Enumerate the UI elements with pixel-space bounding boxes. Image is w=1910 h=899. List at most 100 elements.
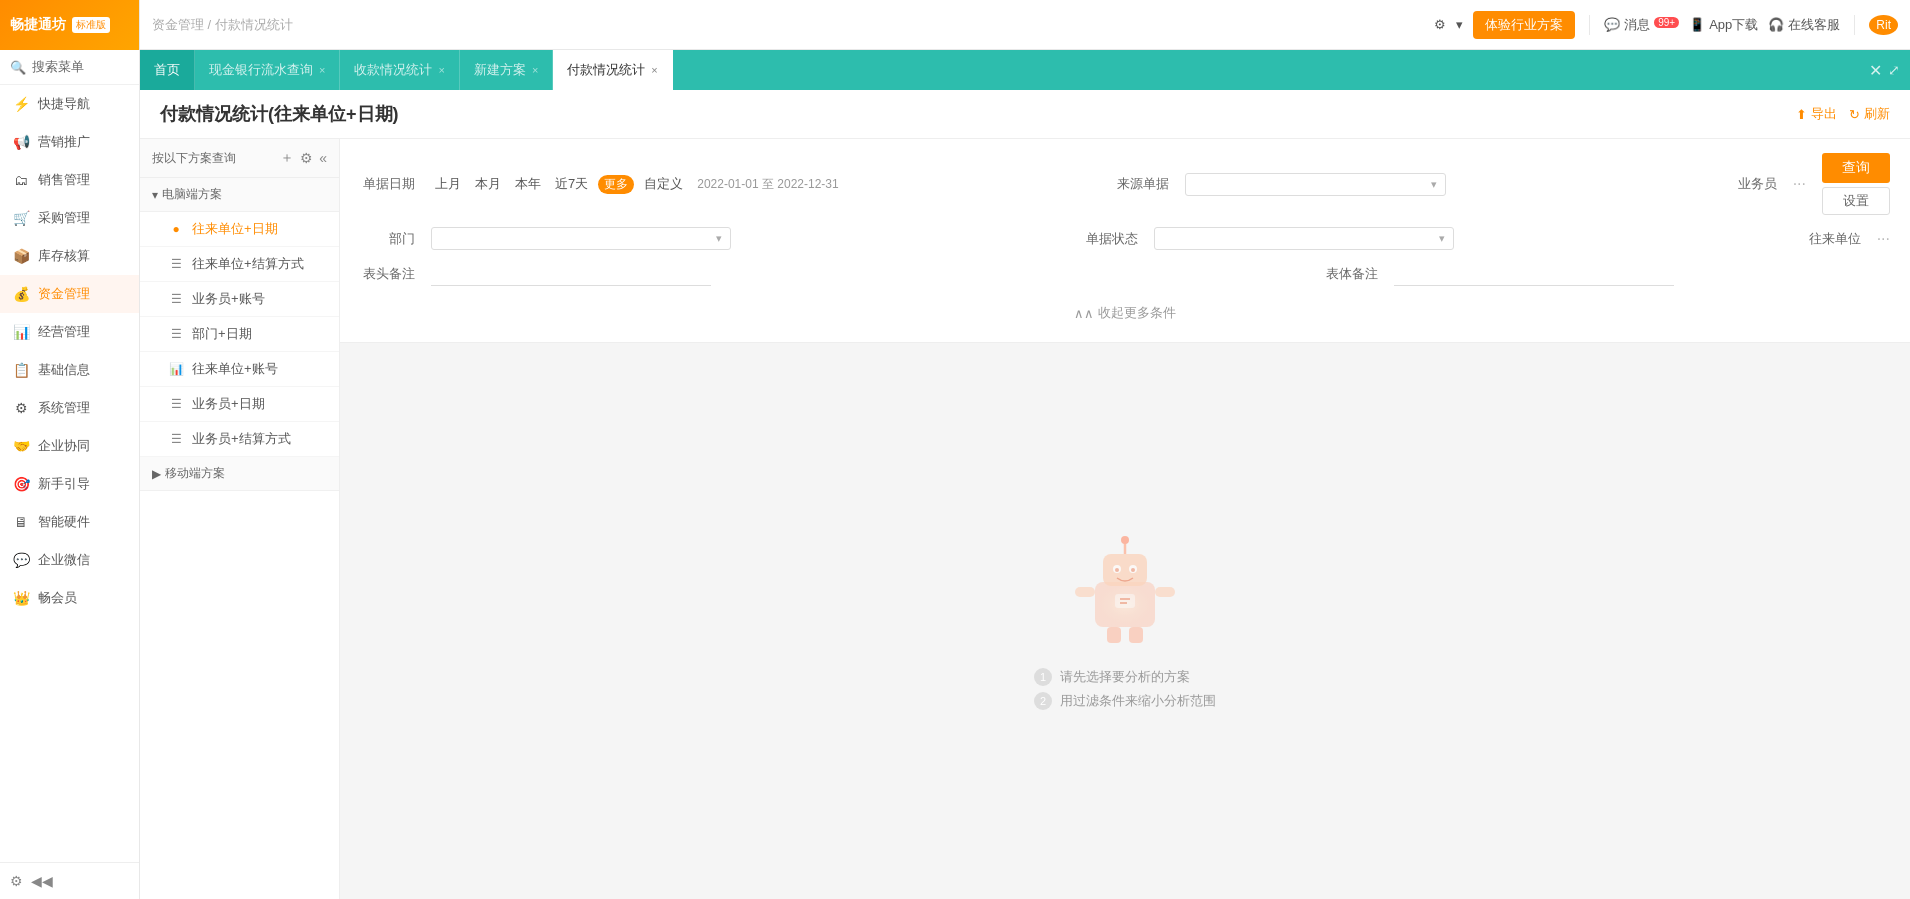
sidebar-header: 畅捷通坊 标准版 (0, 0, 139, 50)
tab-payment[interactable]: 付款情况统计 × (553, 50, 672, 90)
export-button[interactable]: ⬆ 导出 (1796, 105, 1837, 123)
svg-point-4 (1115, 568, 1119, 572)
sidebar-item-purchase[interactable]: 🛒 采购管理 (0, 199, 139, 237)
page-title: 付款情况统计(往来单位+日期) (160, 102, 399, 126)
scheme-staff-settle[interactable]: ☰ 业务员+结算方式 (140, 422, 339, 457)
mobile-group-toggle[interactable]: ▶ 移动端方案 (140, 457, 339, 491)
collapse-filter-button[interactable]: ∧∧ 收起更多条件 (360, 298, 1890, 328)
notification-badge: 99+ (1654, 17, 1679, 28)
hint-number-2: 2 (1034, 692, 1052, 710)
query-button[interactable]: 查询 (1822, 153, 1890, 183)
svg-point-5 (1131, 568, 1135, 572)
dropdown-button[interactable]: ▾ (1456, 17, 1463, 32)
tab-new-scheme[interactable]: 新建方案 × (460, 50, 553, 90)
custom-date-btn[interactable]: 自定义 (640, 173, 687, 195)
settings-button-filter[interactable]: 设置 (1822, 187, 1890, 215)
refresh-button[interactable]: ↻ 刷新 (1849, 105, 1890, 123)
app-download-button[interactable]: 📱 App下载 (1689, 16, 1758, 34)
last-7days-btn[interactable]: 近7天 (551, 173, 592, 195)
sidebar-collapse-button[interactable]: ◀◀ (31, 873, 53, 889)
doc-status-arrow-icon: ▾ (1439, 232, 1445, 245)
scheme-icon: ☰ (168, 431, 184, 447)
scheme-label: 往来单位+结算方式 (192, 255, 304, 273)
left-panel: 按以下方案查询 ＋ ⚙ « ▾ 电脑端方案 ● 往来单位+日期 ☰ (140, 139, 340, 899)
notification-icon: 💬 (1604, 17, 1620, 32)
add-scheme-button[interactable]: ＋ (280, 149, 294, 167)
search-icon: 🔍 (10, 60, 26, 75)
sidebar-item-sales[interactable]: 🗂 销售管理 (0, 161, 139, 199)
sidebar-settings-button[interactable]: ⚙ (10, 873, 23, 889)
sidebar-item-guide[interactable]: 🎯 新手引导 (0, 465, 139, 503)
sidebar-item-operations[interactable]: 📊 经营管理 (0, 313, 139, 351)
header-note-input[interactable] (431, 262, 711, 286)
svg-rect-8 (1075, 587, 1095, 597)
sidebar-item-inventory[interactable]: 📦 库存核算 (0, 237, 139, 275)
partner-filter-dots[interactable]: ··· (1877, 230, 1890, 248)
sidebar-item-system[interactable]: ⚙ 系统管理 (0, 389, 139, 427)
filter-row-1: 单据日期 上月 本月 本年 近7天 更多 自定义 2022-01-01 至 20… (360, 153, 1890, 215)
scheme-dept-date[interactable]: ☰ 部门+日期 (140, 317, 339, 352)
sales-icon: 🗂 (12, 171, 30, 189)
scheme-label: 往来单位+账号 (192, 360, 278, 378)
sidebar-item-label: 新手引导 (38, 475, 90, 493)
svg-rect-12 (1115, 594, 1135, 608)
settings-button[interactable]: ⚙ (1434, 17, 1446, 32)
tab-collection[interactable]: 收款情况统计 × (340, 50, 459, 90)
sidebar-item-weixin[interactable]: 💬 企业微信 (0, 541, 139, 579)
bank-tab-close[interactable]: × (319, 64, 325, 76)
dept-select[interactable]: ▾ (431, 227, 731, 250)
home-tab-label: 首页 (154, 61, 180, 79)
payment-tab-close[interactable]: × (651, 64, 657, 76)
this-month-btn[interactable]: 本月 (471, 173, 505, 195)
quick-nav-icon: ⚡ (12, 95, 30, 113)
staff-filter-dots[interactable]: ··· (1793, 175, 1806, 193)
scheme-icon: ☰ (168, 396, 184, 412)
sidebar-item-label: 智能硬件 (38, 513, 90, 531)
more-date-btn[interactable]: 更多 (598, 175, 634, 194)
member-icon: 👑 (12, 589, 30, 607)
sidebar-item-enterprise[interactable]: 🤝 企业协同 (0, 427, 139, 465)
trial-button[interactable]: 体验行业方案 (1473, 11, 1575, 39)
sidebar-item-finance[interactable]: 💰 资金管理 (0, 275, 139, 313)
sidebar-footer: ⚙ ◀◀ (0, 862, 139, 899)
collection-tab-close[interactable]: × (438, 64, 444, 76)
scheme-unit-settle[interactable]: ☰ 往来单位+结算方式 (140, 247, 339, 282)
user-avatar-button[interactable]: Rit (1869, 15, 1898, 35)
scheme-unit-date[interactable]: ● 往来单位+日期 (140, 212, 339, 247)
doc-status-select[interactable]: ▾ (1154, 227, 1454, 250)
notification-button[interactable]: 💬 消息 99+ (1604, 16, 1679, 34)
sidebar-item-member[interactable]: 👑 畅会员 (0, 579, 139, 617)
this-year-btn[interactable]: 本年 (511, 173, 545, 195)
maximize-button[interactable]: ⤢ (1888, 62, 1900, 78)
service-icon: 🎧 (1768, 17, 1784, 32)
tab-controls: ✕ ⤢ (1859, 50, 1910, 90)
source-select[interactable]: ▾ (1185, 173, 1446, 196)
scheme-staff-date[interactable]: ☰ 业务员+日期 (140, 387, 339, 422)
sidebar-item-basic[interactable]: 📋 基础信息 (0, 351, 139, 389)
avatar: Rit (1869, 15, 1898, 35)
search-menu[interactable]: 🔍 搜索菜单 (0, 50, 139, 85)
new-scheme-tab-close[interactable]: × (532, 64, 538, 76)
sidebar-item-hardware[interactable]: 🖥 智能硬件 (0, 503, 139, 541)
sidebar-item-label: 快捷导航 (38, 95, 90, 113)
last-month-btn[interactable]: 上月 (431, 173, 465, 195)
scheme-staff-account[interactable]: ☰ 业务员+账号 (140, 282, 339, 317)
desktop-group-toggle[interactable]: ▾ 电脑端方案 (140, 178, 339, 212)
scheme-unit-account[interactable]: 📊 往来单位+账号 (140, 352, 339, 387)
tab-home[interactable]: 首页 (140, 50, 195, 90)
body-note-input[interactable] (1394, 262, 1674, 286)
scheme-settings-button[interactable]: ⚙ (300, 149, 313, 167)
sidebar-item-marketing[interactable]: 📢 营销推广 (0, 123, 139, 161)
refresh-label: 刷新 (1864, 105, 1890, 123)
tab-bank[interactable]: 现金银行流水查询 × (195, 50, 340, 90)
scheme-label: 业务员+账号 (192, 290, 265, 308)
online-service-label: 在线客服 (1788, 16, 1840, 34)
chevron-right-icon: ▶ (152, 467, 161, 481)
sidebar-item-label: 库存核算 (38, 247, 90, 265)
gear-icon: ⚙ (1434, 17, 1446, 32)
sidebar-item-quick-nav[interactable]: ⚡ 快捷导航 (0, 85, 139, 123)
sidebar-item-label: 企业协同 (38, 437, 90, 455)
collapse-panel-button[interactable]: « (319, 149, 327, 167)
online-service-button[interactable]: 🎧 在线客服 (1768, 16, 1840, 34)
close-all-tabs-button[interactable]: ✕ (1869, 61, 1882, 80)
